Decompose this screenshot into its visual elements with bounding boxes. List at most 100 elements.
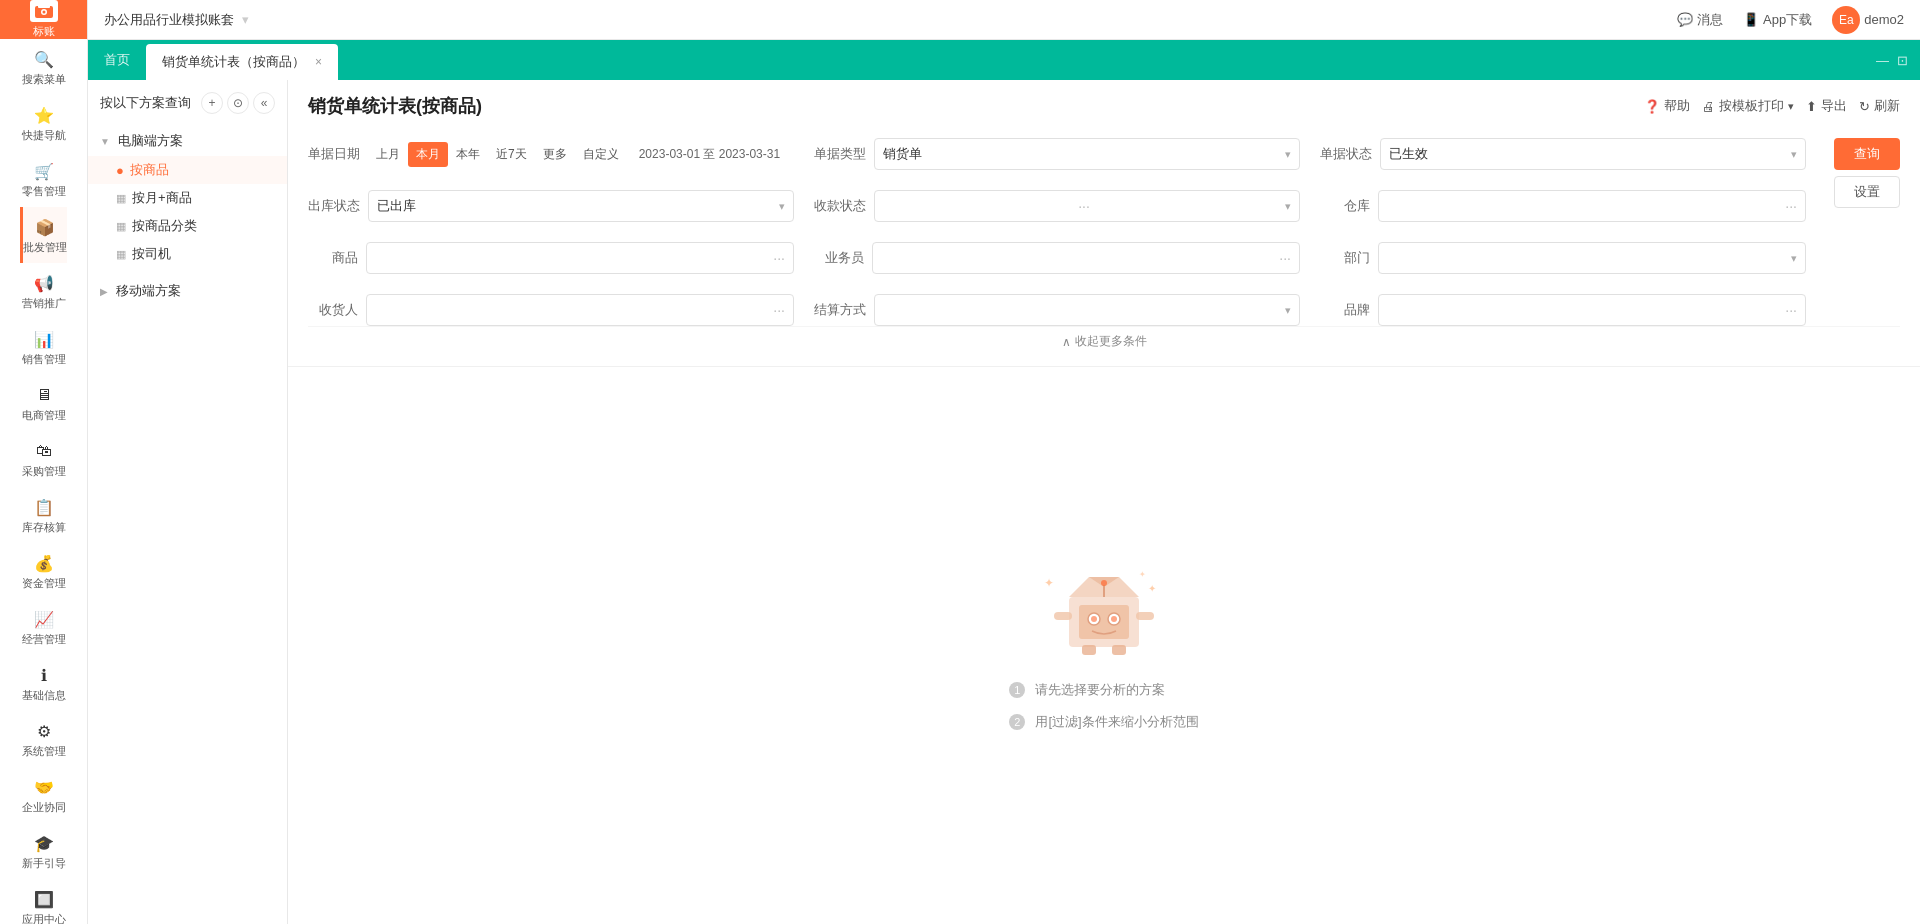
tree-item-by-goods[interactable]: ● 按商品: [88, 156, 287, 184]
message-action[interactable]: 💬 消息: [1677, 11, 1723, 29]
refresh-button[interactable]: ↻ 刷新: [1859, 97, 1900, 115]
receive-status-control[interactable]: ··· ▾: [874, 190, 1300, 222]
sidebar-icon-15: 🔲: [32, 887, 56, 911]
svg-text:✦: ✦: [1139, 570, 1146, 579]
tree-group-label: 电脑端方案: [118, 132, 183, 150]
tab-expand-icon[interactable]: ⊡: [1897, 53, 1908, 68]
tab-bar: 首页 销货单统计表（按商品） × — ⊡: [88, 40, 1920, 80]
goods-label: 商品: [308, 249, 358, 267]
dept-arrow: ▾: [1791, 252, 1797, 265]
sidebar-item-7[interactable]: 🛍 采购管理: [20, 431, 67, 487]
breadcrumb-sep: ▾: [242, 12, 249, 27]
doc-type-control[interactable]: 销货单 ▾: [874, 138, 1300, 170]
edit-scheme-button[interactable]: ⊙: [227, 92, 249, 114]
goods-control[interactable]: ···: [366, 242, 794, 274]
svg-rect-13: [1136, 612, 1154, 620]
settlement-control[interactable]: ▾: [874, 294, 1300, 326]
tree-item-by-driver[interactable]: ▦ 按司机: [88, 240, 287, 268]
filter-row-3: 商品 ··· 业务员 ···: [308, 242, 1806, 274]
sidebar-item-8[interactable]: 📋 库存核算: [20, 487, 67, 543]
svg-point-8: [1091, 616, 1097, 622]
tab-minimize-icon[interactable]: —: [1876, 53, 1889, 68]
consignee-control[interactable]: ···: [366, 294, 794, 326]
dept-control[interactable]: ▾: [1378, 242, 1806, 274]
tab-home[interactable]: 首页: [88, 40, 146, 80]
last7-tab[interactable]: 近7天: [488, 142, 535, 167]
tree-item-by-category[interactable]: ▦ 按商品分类: [88, 212, 287, 240]
sidebar-label-2: 零售管理: [22, 184, 66, 199]
empty-text: 1 请先选择要分析的方案 2 用[过滤]条件来缩小分析范围: [1009, 677, 1198, 735]
collapse-panel-button[interactable]: «: [253, 92, 275, 114]
header-left: 办公用品行业模拟账套 ▾: [104, 11, 249, 29]
app-download-label: App下载: [1763, 11, 1812, 29]
sidebar-label-10: 经营管理: [22, 632, 66, 647]
sidebar-item-11[interactable]: ℹ 基础信息: [20, 655, 67, 711]
tab-active[interactable]: 销货单统计表（按商品） ×: [146, 44, 338, 80]
user-profile[interactable]: Ea demo2: [1832, 6, 1904, 34]
svg-point-3: [42, 11, 45, 14]
sidebar-item-9[interactable]: 💰 资金管理: [20, 543, 67, 599]
tab-close-icon[interactable]: ×: [315, 55, 322, 69]
filter-field-salesman: 业务员 ···: [814, 242, 1300, 274]
tab-home-label: 首页: [104, 51, 130, 69]
sidebar-item-5[interactable]: 📊 销售管理: [20, 319, 67, 375]
print-button[interactable]: 🖨 按模板打印 ▾: [1702, 97, 1794, 115]
sidebar-item-2[interactable]: 🛒 零售管理: [20, 151, 67, 207]
app-download-action[interactable]: 📱 App下载: [1743, 11, 1812, 29]
sidebar-label-14: 新手引导: [22, 856, 66, 871]
brand-control[interactable]: ···: [1378, 294, 1806, 326]
query-button[interactable]: 查询: [1834, 138, 1900, 170]
logo-icon: [30, 0, 58, 22]
warehouse-label: 仓库: [1320, 197, 1370, 215]
doc-status-value: 已生效: [1389, 145, 1428, 163]
help-button[interactable]: ❓ 帮助: [1644, 97, 1690, 115]
tree-item-icon4: ▦: [116, 248, 126, 261]
out-status-control[interactable]: 已出库 ▾: [368, 190, 794, 222]
empty-step2-text: 用[过滤]条件来缩小分析范围: [1035, 709, 1198, 735]
custom-tab[interactable]: 自定义: [575, 142, 627, 167]
left-panel-actions: + ⊙ «: [201, 92, 275, 114]
sidebar-item-13[interactable]: 🤝 企业协同: [20, 767, 67, 823]
collapse-bar[interactable]: ∧ 收起更多条件: [308, 326, 1900, 356]
sidebar-item-15[interactable]: 🔲 应用中心: [20, 879, 67, 924]
sidebar-item-1[interactable]: ⭐ 快捷导航: [20, 95, 67, 151]
sidebar-item-14[interactable]: 🎓 新手引导: [20, 823, 67, 879]
salesman-control[interactable]: ···: [872, 242, 1300, 274]
tree-item-by-month-goods[interactable]: ▦ 按月+商品: [88, 184, 287, 212]
empty-state: ✦ ✦ ✦ 1 请先选择要分析的方案 2 用[过滤]条件来缩小分析范围: [288, 367, 1920, 924]
sidebar-item-0[interactable]: 🔍 搜索菜单: [20, 39, 67, 95]
this-year-tab[interactable]: 本年: [448, 142, 488, 167]
filter-field-dept: 部门 ▾: [1320, 242, 1806, 274]
sidebar-label-11: 基础信息: [22, 688, 66, 703]
filter-field-date: 单据日期 上月 本月 本年 近7天 更多 自定义: [308, 142, 794, 167]
filter-field-goods: 商品 ···: [308, 242, 794, 274]
warehouse-control[interactable]: ···: [1378, 190, 1806, 222]
last-month-tab[interactable]: 上月: [368, 142, 408, 167]
left-panel-title: 按以下方案查询: [100, 94, 191, 112]
sidebar-item-12[interactable]: ⚙ 系统管理: [20, 711, 67, 767]
receive-status-arrow: ▾: [1285, 200, 1291, 213]
sidebar-item-6[interactable]: 🖥 电商管理: [20, 375, 67, 431]
svg-text:✦: ✦: [1044, 576, 1054, 590]
sidebar-item-4[interactable]: 📢 营销推广: [20, 263, 67, 319]
sidebar-icon-8: 📋: [32, 495, 56, 519]
doc-status-control[interactable]: 已生效 ▾: [1380, 138, 1806, 170]
sidebar-item-10[interactable]: 📈 经营管理: [20, 599, 67, 655]
date-tabs: 上月 本月 本年 近7天 更多 自定义: [368, 142, 627, 167]
this-month-tab[interactable]: 本月: [408, 142, 448, 167]
help-icon: ❓: [1644, 99, 1660, 114]
tree-group-desktop-header[interactable]: ▼ 电脑端方案: [88, 126, 287, 156]
sidebar-icon-1: ⭐: [32, 103, 56, 127]
more-tab[interactable]: 更多: [535, 142, 575, 167]
tree-group-desktop: ▼ 电脑端方案 ● 按商品 ▦ 按月+商品 ▦ 按商品分类 ▦ 按司机: [88, 122, 287, 272]
add-scheme-button[interactable]: +: [201, 92, 223, 114]
collapse-label: 收起更多条件: [1075, 333, 1147, 350]
app-logo[interactable]: 标账: [0, 0, 88, 39]
sidebar-label-4: 营销推广: [22, 296, 66, 311]
tree-group-mobile-header[interactable]: ▶ 移动端方案: [88, 276, 287, 306]
settings-button[interactable]: 设置: [1834, 176, 1900, 208]
title-actions: ❓ 帮助 🖨 按模板打印 ▾ ⬆ 导出 ↻ 刷新: [1644, 97, 1900, 115]
sidebar-item-3[interactable]: 📦 批发管理: [20, 207, 67, 263]
export-button[interactable]: ⬆ 导出: [1806, 97, 1847, 115]
user-name: demo2: [1864, 12, 1904, 27]
